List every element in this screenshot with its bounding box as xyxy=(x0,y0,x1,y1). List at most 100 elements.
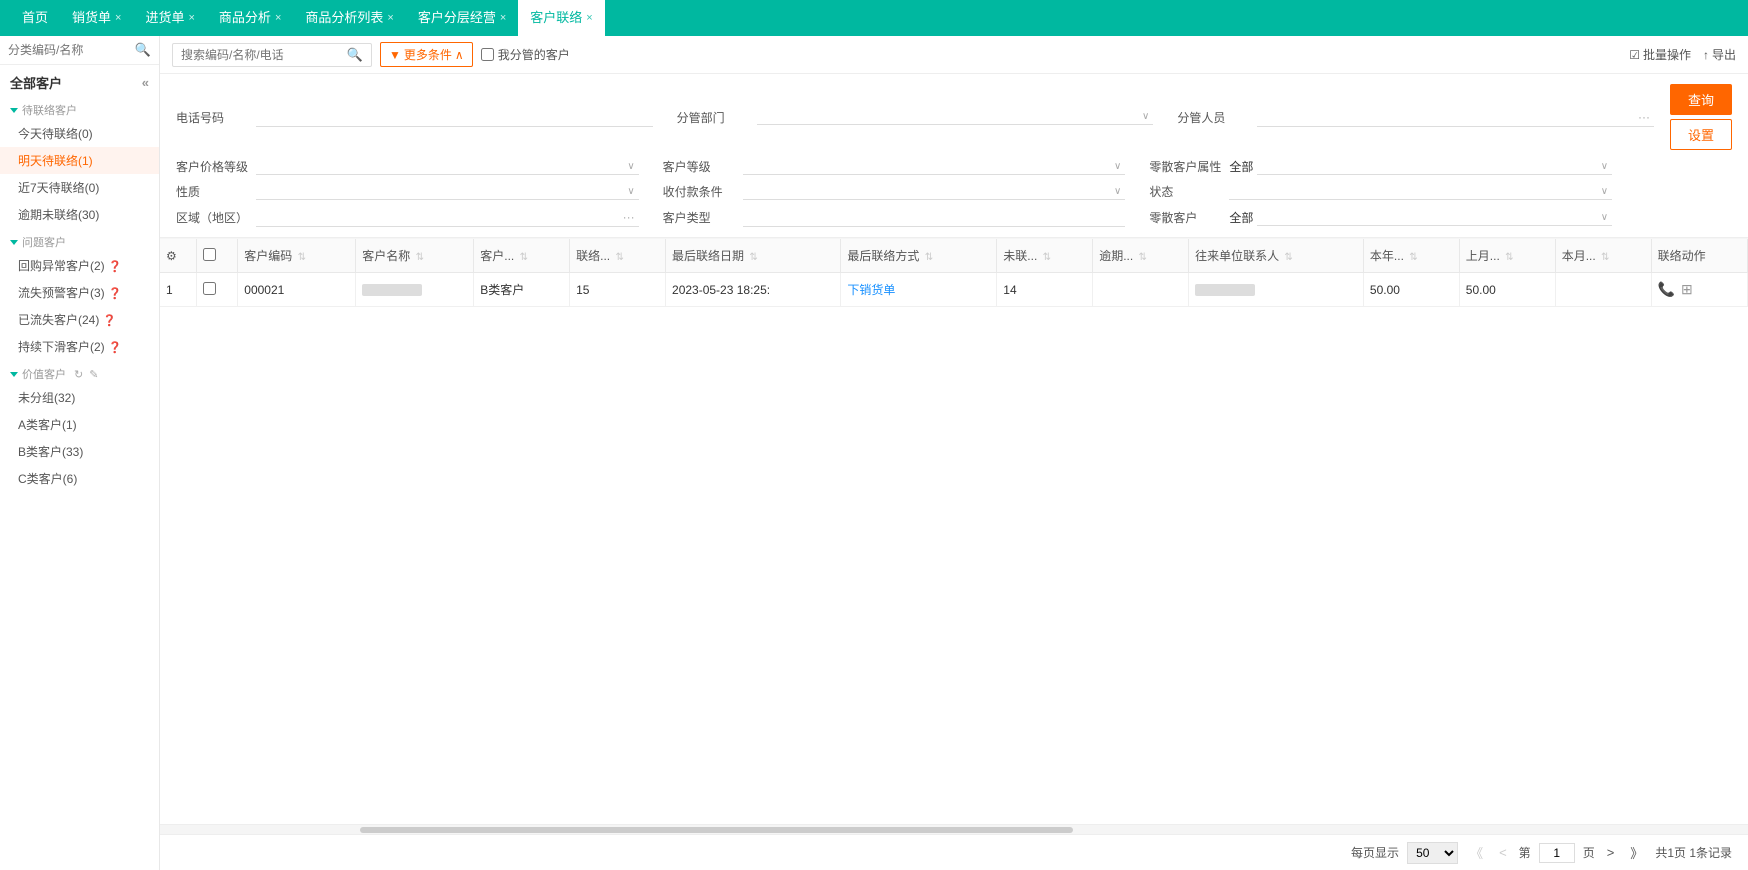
col-this-year[interactable]: 本年... ⇅ xyxy=(1363,239,1459,273)
col-contact-count[interactable]: 联络... ⇅ xyxy=(570,239,666,273)
sidebar-item-tomorrow[interactable]: 明天待联络(1) xyxy=(0,147,159,174)
sidebar-item-class-b[interactable]: B类客户(33) xyxy=(0,438,159,465)
nav-sales-order[interactable]: 销货单 × xyxy=(60,0,133,36)
col-gear[interactable]: ⚙ xyxy=(160,239,197,273)
status-select[interactable]: ∨ xyxy=(1229,184,1612,200)
nav-product-analysis[interactable]: 商品分析 × xyxy=(207,0,293,36)
scrollbar-thumb[interactable] xyxy=(360,827,1073,833)
first-page-button[interactable]: 《 xyxy=(1466,841,1487,864)
close-icon[interactable]: × xyxy=(275,0,281,36)
sidebar-item-class-a[interactable]: A类客户(1) xyxy=(0,411,159,438)
filter-cell-nature: 性质 ∨ xyxy=(176,183,639,200)
select-all-checkbox[interactable] xyxy=(203,248,216,261)
close-icon[interactable]: × xyxy=(115,0,121,36)
next-page-button[interactable]: > xyxy=(1603,843,1619,862)
sidebar-item-ungrouped[interactable]: 未分组(32) xyxy=(0,384,159,411)
sort-icon: ⇅ xyxy=(1284,252,1292,263)
section-pending-contact: 待联络客户 xyxy=(0,96,159,120)
sidebar-search-input[interactable] xyxy=(8,43,135,57)
page-suffix-label: 页 xyxy=(1583,844,1595,861)
all-customers-title[interactable]: 全部客户 « xyxy=(0,65,159,96)
edit-icon[interactable]: ✎ xyxy=(89,368,98,381)
search-box[interactable]: 🔍 xyxy=(172,43,372,67)
phone-action-icon[interactable]: 📞 xyxy=(1658,281,1675,298)
sidebar-item-repurchase-abnormal[interactable]: 回购异常客户(2) ❓ xyxy=(0,252,159,279)
prev-page-button[interactable]: < xyxy=(1495,843,1511,862)
payment-select[interactable]: ∨ xyxy=(743,184,1126,200)
per-page-select[interactable]: 50 100 200 xyxy=(1407,842,1458,864)
chevron-down-icon: ∨ xyxy=(1114,186,1121,197)
dept-filter-select[interactable]: ∨ xyxy=(757,109,1154,125)
more-filter-button[interactable]: ▼ 更多条件 ∧ xyxy=(380,42,473,67)
retail-attr-select[interactable]: ∨ xyxy=(1257,159,1612,175)
col-last-date[interactable]: 最后联络日期 ⇅ xyxy=(666,239,841,273)
cell-last-method[interactable]: 下销货单 xyxy=(841,273,997,307)
sidebar-item-class-c[interactable]: C类客户(6) xyxy=(0,465,159,492)
row-checkbox[interactable] xyxy=(203,282,216,295)
col-last-method[interactable]: 最后联络方式 ⇅ xyxy=(841,239,997,273)
nav-home[interactable]: 首页 xyxy=(10,0,60,36)
page-number-input[interactable] xyxy=(1539,843,1575,863)
cell-checkbox[interactable] xyxy=(197,273,238,307)
phone-filter-input[interactable] xyxy=(256,108,653,127)
filter-cell-phone: 电话号码 xyxy=(176,108,653,127)
sidebar-item-today[interactable]: 今天待联络(0) xyxy=(0,120,159,147)
close-icon[interactable]: × xyxy=(500,0,506,36)
sidebar-item-churn-warning[interactable]: 流失预警客户(3) ❓ xyxy=(0,279,159,306)
table-row: 1 000021 B类客户 15 2023-05-23 18:25: 下销货单 … xyxy=(160,273,1748,307)
refresh-icon[interactable]: ↻ xyxy=(74,368,83,381)
my-customers-checkbox[interactable] xyxy=(481,48,494,61)
sort-icon: ⇅ xyxy=(1139,252,1147,263)
nav-purchase-order[interactable]: 进货单 × xyxy=(133,0,206,36)
filter-row-2: 客户价格等级 ∨ 客户等级 ∨ 零散客户属性 xyxy=(176,158,1732,175)
sort-icon: ⇅ xyxy=(1601,252,1609,263)
col-overdue[interactable]: 逾期... ⇅ xyxy=(1093,239,1189,273)
price-level-select[interactable]: ∨ xyxy=(256,159,639,175)
triangle-icon xyxy=(10,108,18,113)
col-checkbox[interactable] xyxy=(197,239,238,273)
settings-icon[interactable]: ⚙ xyxy=(166,249,177,263)
col-contact-person[interactable]: 往来单位联系人 ⇅ xyxy=(1189,239,1364,273)
retail-customer-select[interactable]: ∨ xyxy=(1257,210,1612,226)
filter-cell-price-level: 客户价格等级 ∨ xyxy=(176,158,639,175)
col-no-contact[interactable]: 未联... ⇅ xyxy=(997,239,1093,273)
close-icon[interactable]: × xyxy=(387,0,393,36)
last-page-button[interactable]: 》 xyxy=(1626,841,1647,864)
sidebar-item-7days[interactable]: 近7天待联络(0) xyxy=(0,174,159,201)
sidebar-item-churned[interactable]: 已流失客户(24) ❓ xyxy=(0,306,159,333)
grid-action-icon[interactable]: ⊞ xyxy=(1681,281,1693,298)
col-last-month[interactable]: 上月... ⇅ xyxy=(1459,239,1555,273)
footer: 每页显示 50 100 200 《 < 第 页 > 》 共1页 1条记录 xyxy=(160,834,1748,870)
export-button[interactable]: ↑ 导出 xyxy=(1703,46,1736,63)
sidebar-search-box[interactable]: 🔍 xyxy=(0,36,159,65)
nav-customer-contact[interactable]: 客户联络 × xyxy=(518,0,604,36)
nav-customer-segmentation[interactable]: 客户分层经营 × xyxy=(406,0,518,36)
nav-product-analysis-list[interactable]: 商品分析列表 × xyxy=(293,0,405,36)
collapse-icon[interactable]: « xyxy=(142,75,149,90)
main-search-input[interactable] xyxy=(181,48,347,62)
horizontal-scrollbar[interactable] xyxy=(160,824,1748,834)
region-select[interactable]: ··· xyxy=(256,208,639,227)
customer-level-select[interactable]: ∨ xyxy=(743,159,1126,175)
sort-icon: ⇅ xyxy=(298,252,306,263)
person-filter-select[interactable]: ··· xyxy=(1257,108,1654,127)
col-this-month[interactable]: 本月... ⇅ xyxy=(1555,239,1651,273)
sidebar-item-declining[interactable]: 持续下滑客户(2) ❓ xyxy=(0,333,159,360)
customer-table: ⚙ 客户编码 ⇅ 客户名称 ⇅ 客户... ⇅ 联络... ⇅ 最后联络日期 ⇅… xyxy=(160,239,1748,307)
close-icon[interactable]: × xyxy=(586,0,592,36)
sidebar-item-overdue[interactable]: 逾期未联络(30) xyxy=(0,201,159,228)
customer-type-input[interactable] xyxy=(743,208,1126,227)
last-method-link[interactable]: 下销货单 xyxy=(847,283,895,297)
search-icon[interactable]: 🔍 xyxy=(347,47,363,63)
nature-select[interactable]: ∨ xyxy=(256,184,639,200)
col-name[interactable]: 客户名称 ⇅ xyxy=(356,239,474,273)
col-code[interactable]: 客户编码 ⇅ xyxy=(238,239,356,273)
query-button[interactable]: 查询 xyxy=(1670,84,1732,115)
my-customers-checkbox-label[interactable]: 我分管的客户 xyxy=(481,46,570,63)
col-category[interactable]: 客户... ⇅ xyxy=(474,239,570,273)
cell-actions: 📞 ⊞ xyxy=(1651,273,1747,307)
batch-operation-button[interactable]: ☑ 批量操作 xyxy=(1629,46,1691,63)
close-icon[interactable]: × xyxy=(188,0,194,36)
sidebar-search-icon[interactable]: 🔍 xyxy=(135,42,151,58)
setting-button[interactable]: 设置 xyxy=(1670,119,1732,150)
